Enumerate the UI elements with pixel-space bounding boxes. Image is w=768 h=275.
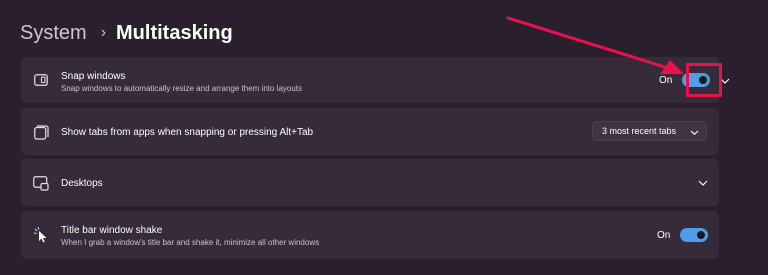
title-bar-shake-description: When I grab a window's title bar and sha… xyxy=(61,238,320,247)
title-bar-shake-toggle-label: On xyxy=(657,229,671,241)
toggle-knob xyxy=(697,231,706,239)
show-tabs-dropdown-value: 3 most recent tabs xyxy=(602,126,677,136)
snap-windows-card[interactable]: Snap windows Snap windows to automatical… xyxy=(21,57,730,103)
title-bar-shake-toggle[interactable] xyxy=(680,228,709,242)
title-bar-shake-card: Title bar window shake When I grab a win… xyxy=(21,211,719,259)
snap-windows-description: Snap windows to automatically resize and… xyxy=(61,84,303,93)
annotation-highlight-box xyxy=(686,63,722,97)
title-bar-shake-toggle-group: On xyxy=(657,228,709,242)
breadcrumb-separator: › xyxy=(100,24,107,41)
desktops-card[interactable]: Desktops xyxy=(21,159,719,206)
shake-cursor-icon xyxy=(31,225,51,245)
breadcrumb-system[interactable]: System xyxy=(20,22,87,45)
title-bar-shake-title: Title bar window shake xyxy=(61,225,163,236)
desktops-icon xyxy=(31,173,51,193)
desktops-title: Desktops xyxy=(61,178,103,189)
snap-windows-toggle-label: On xyxy=(659,74,673,86)
desktops-expand-chevron-icon[interactable] xyxy=(697,177,709,189)
show-tabs-title: Show tabs from apps when snapping or pre… xyxy=(61,127,314,138)
breadcrumb: System › Multitasking xyxy=(20,18,233,48)
chevron-down-icon xyxy=(688,126,700,138)
page-title: Multitasking xyxy=(116,21,233,44)
snap-layout-icon xyxy=(31,70,51,90)
show-tabs-dropdown[interactable]: 3 most recent tabs xyxy=(592,121,707,141)
tabs-icon xyxy=(31,122,51,142)
snap-windows-title: Snap windows xyxy=(61,71,126,82)
